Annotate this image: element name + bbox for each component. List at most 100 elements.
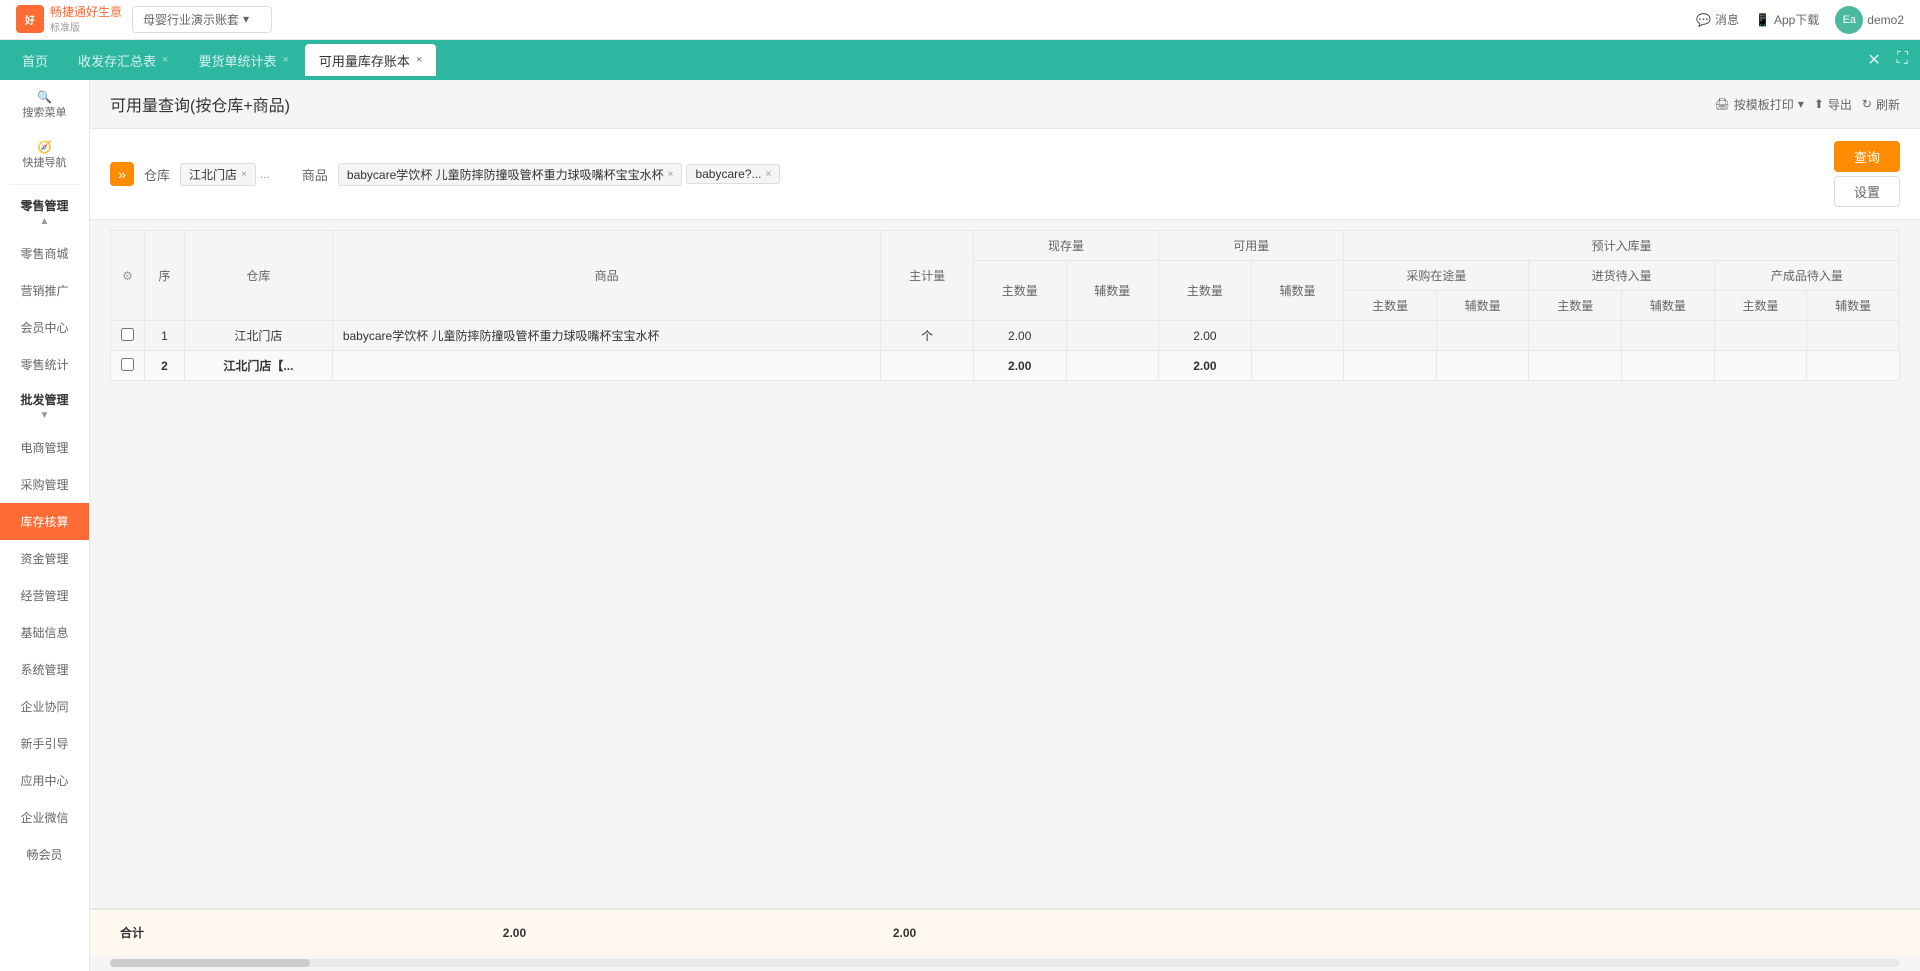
row-1-production-main bbox=[1714, 321, 1807, 351]
sidebar-item-marketing[interactable]: 营销推广 bbox=[0, 272, 89, 309]
refresh-btn[interactable]: ↻ 刷新 bbox=[1862, 96, 1900, 113]
tab-order-stats-close[interactable]: × bbox=[282, 54, 288, 66]
tab-home[interactable]: 首页 bbox=[8, 44, 62, 76]
main-layout: 🔍 搜索菜单 🧭 快捷导航 零售管理 ▲ 零售商城 营销推广 会员中心 零售统计… bbox=[0, 80, 1920, 971]
row-2-warehouse: 江北门店【... bbox=[185, 351, 333, 381]
mobile-icon: 📱 bbox=[1755, 13, 1770, 27]
sidebar-item-finance-mgmt[interactable]: 资金管理 bbox=[0, 540, 89, 577]
page-title: 可用量查询(按仓库+商品) bbox=[110, 92, 290, 116]
chevron-down-icon: ▾ bbox=[243, 12, 249, 26]
footer-purchase-on-way-aux bbox=[1284, 918, 1407, 947]
sidebar-item-inventory-check[interactable]: 库存核算 bbox=[0, 503, 89, 540]
sidebar-quick-nav[interactable]: 🧭 快捷导航 bbox=[0, 130, 89, 180]
th-available-aux: 辅数量 bbox=[1251, 261, 1344, 321]
message-btn[interactable]: 💬 消息 bbox=[1696, 11, 1739, 28]
row-2-available-aux bbox=[1251, 351, 1344, 381]
row-1-warehouse: 江北门店 bbox=[185, 321, 333, 351]
page-header: 可用量查询(按仓库+商品) 🖨 按模板打印 ▾ ⬆ 导出 ↻ 刷新 bbox=[90, 80, 1920, 129]
sidebar-item-retail-mall[interactable]: 零售商城 bbox=[0, 235, 89, 272]
close-all-tabs-btn[interactable]: ✕ bbox=[1863, 46, 1884, 74]
row-2-no: 2 bbox=[145, 351, 185, 381]
footer-available-main: 2.00 bbox=[771, 918, 1038, 947]
product-tag-2-close[interactable]: × bbox=[766, 169, 772, 180]
sidebar-item-operations-mgmt[interactable]: 经营管理 bbox=[0, 577, 89, 614]
sidebar-item-member-center[interactable]: 会员中心 bbox=[0, 309, 89, 346]
maximize-btn[interactable]: ⛶ bbox=[1893, 46, 1912, 74]
avatar: Ea bbox=[1835, 6, 1863, 34]
print-label: 按模板打印 bbox=[1734, 96, 1794, 113]
query-btn[interactable]: 查询 bbox=[1834, 141, 1900, 172]
print-btn[interactable]: 🖨 按模板打印 ▾ bbox=[1715, 96, 1804, 113]
th-purchase-on-way-aux: 辅数量 bbox=[1436, 291, 1529, 321]
sidebar-finance-mgmt-label: 资金管理 bbox=[20, 550, 68, 567]
sidebar-item-member[interactable]: 畅会员 bbox=[0, 836, 89, 873]
top-bar-right: 💬 消息 📱 App下载 Ea demo2 bbox=[1696, 6, 1904, 34]
sidebar-retail-stats-label: 零售统计 bbox=[20, 356, 68, 373]
sidebar-search[interactable]: 🔍 搜索菜单 bbox=[0, 80, 89, 130]
chevron-down-icon2: ▼ bbox=[40, 410, 50, 421]
warehouse-filter-tags: 江北门店 × ... bbox=[180, 163, 270, 186]
tab-income-expense[interactable]: 收发存汇总表 × bbox=[64, 44, 182, 76]
sidebar-member-label: 畅会员 bbox=[26, 846, 62, 863]
sidebar-item-new-guide[interactable]: 新手引导 bbox=[0, 725, 89, 762]
row-1-available-main: 2.00 bbox=[1159, 321, 1252, 351]
horizontal-scroll-thumb[interactable] bbox=[110, 959, 310, 967]
logo-text-area: 畅捷通好生意 标准版 bbox=[50, 5, 122, 34]
checkbox-row-1[interactable] bbox=[121, 328, 134, 341]
tab-home-label: 首页 bbox=[22, 51, 48, 70]
expand-filter-btn[interactable]: » bbox=[110, 162, 134, 186]
sidebar-new-guide-label: 新手引导 bbox=[20, 735, 68, 752]
row-1-stock-main: 2.00 bbox=[973, 321, 1066, 351]
top-bar-left: 好 畅捷通好生意 标准版 母婴行业演示账套 ▾ bbox=[16, 5, 272, 34]
row-2-purchase-on-way-aux bbox=[1436, 351, 1529, 381]
sidebar-enterprise-wechat-label: 企业微信 bbox=[20, 809, 68, 826]
sidebar-item-basic-info[interactable]: 基础信息 bbox=[0, 614, 89, 651]
sidebar-purchase-mgmt-label: 采购管理 bbox=[20, 476, 68, 493]
product-tag-1-close[interactable]: × bbox=[668, 169, 674, 180]
row-1-stock-aux bbox=[1066, 321, 1159, 351]
row-2-product bbox=[332, 351, 881, 381]
th-production: 产成品待入量 bbox=[1714, 261, 1899, 291]
sidebar-search-label: 搜索菜单 bbox=[0, 104, 89, 120]
sidebar-item-retail-stats[interactable]: 零售统计 bbox=[0, 346, 89, 383]
version-tag: 标准版 bbox=[50, 19, 122, 34]
sidebar-item-ecommerce-mgmt[interactable]: 电商管理 bbox=[0, 429, 89, 466]
sidebar-item-enterprise-collab[interactable]: 企业协同 bbox=[0, 688, 89, 725]
row-2-incoming-aux bbox=[1622, 351, 1715, 381]
tab-available-stock-close[interactable]: × bbox=[416, 54, 422, 66]
sidebar-wholesale-mgmt-label: 批发管理 bbox=[20, 391, 68, 408]
sidebar-item-retail-mgmt[interactable]: 零售管理 ▲ bbox=[0, 189, 89, 235]
tab-order-stats[interactable]: 要货单统计表 × bbox=[184, 44, 302, 76]
export-btn[interactable]: ⬆ 导出 bbox=[1814, 96, 1852, 113]
warehouse-tag-close[interactable]: × bbox=[241, 169, 247, 180]
warehouse-more[interactable]: ... bbox=[260, 167, 270, 181]
tab-income-expense-close[interactable]: × bbox=[162, 54, 168, 66]
app-download-btn[interactable]: 📱 App下载 bbox=[1755, 11, 1819, 28]
sidebar-item-enterprise-wechat[interactable]: 企业微信 bbox=[0, 799, 89, 836]
user-area[interactable]: Ea demo2 bbox=[1835, 6, 1904, 34]
tab-bar-actions: ✕ ⛶ bbox=[1863, 46, 1912, 74]
sidebar-item-app-center[interactable]: 应用中心 bbox=[0, 762, 89, 799]
horizontal-scroll-track[interactable] bbox=[110, 959, 1900, 967]
industry-selector[interactable]: 母婴行业演示账套 ▾ bbox=[132, 6, 272, 33]
sidebar-item-wholesale-mgmt[interactable]: 批发管理 ▼ bbox=[0, 383, 89, 429]
footer-stock-main: 2.00 bbox=[381, 918, 648, 947]
row-2-checkbox[interactable] bbox=[111, 351, 145, 381]
sidebar-ecommerce-mgmt-label: 电商管理 bbox=[20, 439, 68, 456]
checkbox-row-2[interactable] bbox=[121, 358, 134, 371]
tab-available-stock-label: 可用量库存账本 bbox=[319, 51, 410, 70]
page-actions: 🖨 按模板打印 ▾ ⬆ 导出 ↻ 刷新 bbox=[1715, 96, 1900, 113]
settings-btn[interactable]: 设置 bbox=[1834, 176, 1900, 207]
th-no: 序 bbox=[145, 231, 185, 321]
table-row-group: 2 江北门店【... 2.00 2.00 bbox=[111, 351, 1900, 381]
app-download-label: App下载 bbox=[1774, 11, 1819, 28]
logo-icon: 好 bbox=[16, 5, 44, 33]
industry-selector-text: 母婴行业演示账套 bbox=[143, 11, 239, 28]
sidebar-item-system-mgmt[interactable]: 系统管理 bbox=[0, 651, 89, 688]
settings-gear-icon[interactable]: ⚙ bbox=[122, 269, 133, 283]
tab-available-stock[interactable]: 可用量库存账本 × bbox=[305, 44, 436, 76]
sidebar-retail-mgmt-label: 零售管理 bbox=[20, 197, 68, 214]
warehouse-label: 仓库 bbox=[144, 165, 170, 184]
row-1-checkbox[interactable] bbox=[111, 321, 145, 351]
sidebar-item-purchase-mgmt[interactable]: 采购管理 bbox=[0, 466, 89, 503]
